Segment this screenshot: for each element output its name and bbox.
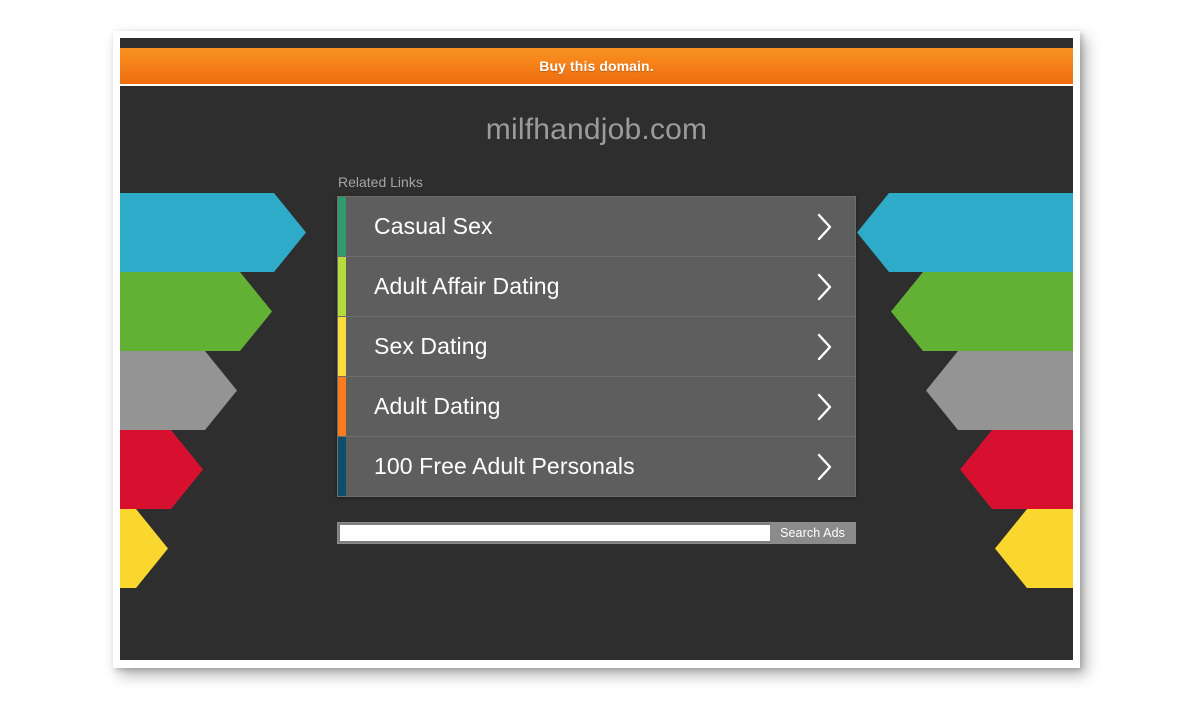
decorative-arrow [995,509,1073,588]
chevron-right-icon [817,213,832,240]
related-links-section: Related Links Casual Sex Adult Affair Dat… [337,174,856,497]
decorative-arrow [857,193,1073,272]
search-input[interactable] [340,525,771,541]
link-accent-bar [338,377,346,436]
related-links-list: Casual Sex Adult Affair Dating Sex Dating A… [337,196,856,497]
search-ads-button[interactable]: Search Ads [770,523,855,543]
related-link-label: Casual Sex [374,213,493,239]
top-dark-strip [120,38,1073,48]
related-link-label: Sex Dating [374,333,488,359]
related-link-label: 100 Free Adult Personals [374,453,635,479]
chevron-right-icon [817,333,832,360]
buy-domain-banner[interactable]: Buy this domain. [120,48,1073,86]
page-frame: Buy this domain. milfhandjob.com Related… [113,31,1080,668]
related-links-heading: Related Links [338,174,423,190]
decorative-arrow [926,351,1073,430]
decorative-arrow [960,430,1073,509]
search-ads-form: Search Ads [337,522,856,544]
related-link-row[interactable]: 100 Free Adult Personals [338,437,855,497]
screenshot-root: Buy this domain. milfhandjob.com Related… [0,0,1177,714]
link-accent-bar [338,317,346,376]
related-link-row[interactable]: Sex Dating [338,317,855,377]
chevron-right-icon [817,273,832,300]
decorative-arrow [120,351,237,430]
decorative-arrow [120,509,168,588]
decorative-arrow [120,272,272,351]
page-title: milfhandjob.com [485,113,708,146]
link-accent-bar [338,197,346,256]
decorative-arrow [120,430,203,509]
decorative-arrow [891,272,1073,351]
link-accent-bar [338,437,346,496]
related-link-label: Adult Dating [374,393,501,419]
related-link-row[interactable]: Adult Affair Dating [338,257,855,317]
chevron-right-icon [817,393,832,420]
related-link-row[interactable]: Casual Sex [338,197,855,257]
related-link-label: Adult Affair Dating [374,273,560,299]
link-accent-bar [338,257,346,316]
left-arrow-group [120,193,320,588]
buy-domain-label: Buy this domain. [539,58,654,74]
chevron-right-icon [817,453,832,480]
right-arrow-group [843,193,1073,588]
page-body: Buy this domain. milfhandjob.com Related… [120,38,1073,660]
decorative-arrow [120,193,306,272]
related-link-row[interactable]: Adult Dating [338,377,855,437]
